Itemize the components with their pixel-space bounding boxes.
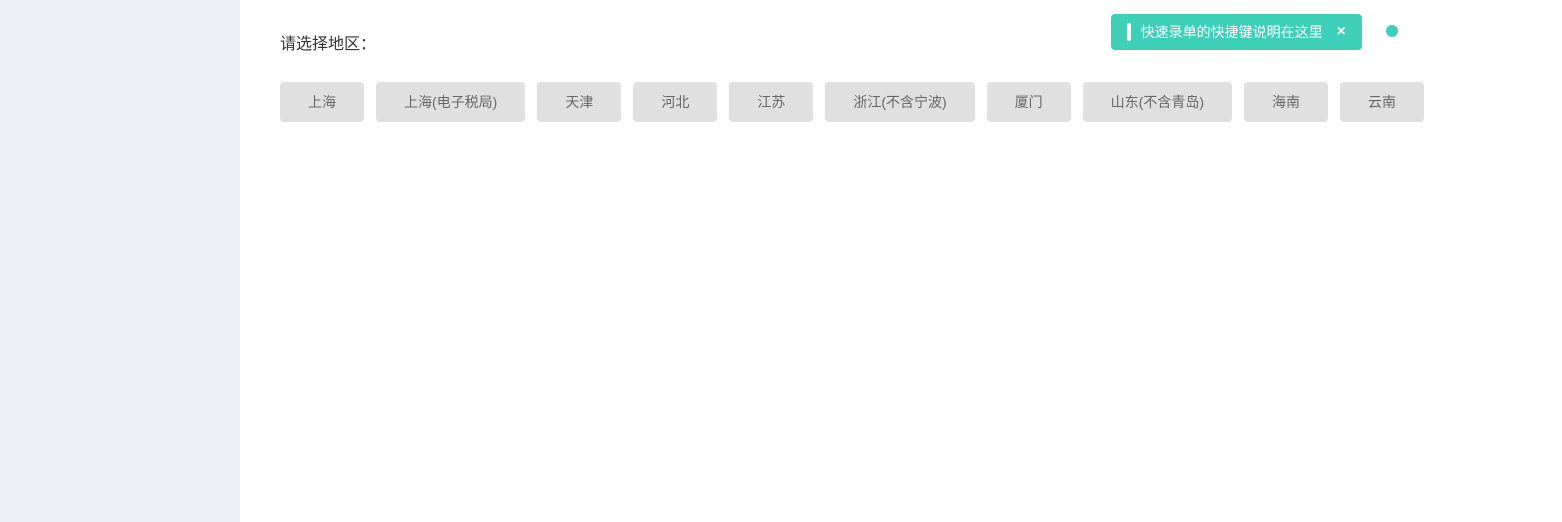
region-button[interactable]: 山东(不含青岛) bbox=[1083, 82, 1232, 122]
region-button[interactable]: 海南 bbox=[1244, 82, 1328, 122]
region-button[interactable]: 河北 bbox=[633, 82, 717, 122]
region-grid: 上海上海(电子税局) 天津河北江苏浙江(不含宁波) 厦门山东(不含青岛) 海南云南 bbox=[280, 82, 1522, 122]
region-button[interactable]: 江苏 bbox=[729, 82, 813, 122]
region-button[interactable]: 厦门 bbox=[987, 82, 1071, 122]
region-button[interactable]: 天津 bbox=[537, 82, 621, 122]
tooltip-close-button[interactable]: × bbox=[1337, 23, 1346, 41]
region-button[interactable]: 上海(电子税局) bbox=[376, 82, 525, 122]
region-button[interactable]: 上海 bbox=[280, 82, 364, 122]
tooltip-banner: 快速录单的快捷键说明在这里 × bbox=[1111, 14, 1362, 50]
region-button[interactable]: 浙江(不含宁波) bbox=[825, 82, 974, 122]
main-content: 请选择地区： 上海上海(电子税局)天津河北江苏浙江(不含宁波)厦门山东(不含青岛… bbox=[240, 0, 1562, 522]
left-sidebar bbox=[0, 0, 240, 522]
tooltip-bar-icon bbox=[1127, 23, 1131, 41]
tooltip-dot bbox=[1386, 25, 1398, 37]
tooltip-text: 快速录单的快捷键说明在这里 bbox=[1141, 22, 1323, 42]
region-button[interactable]: 云南 bbox=[1340, 82, 1424, 122]
